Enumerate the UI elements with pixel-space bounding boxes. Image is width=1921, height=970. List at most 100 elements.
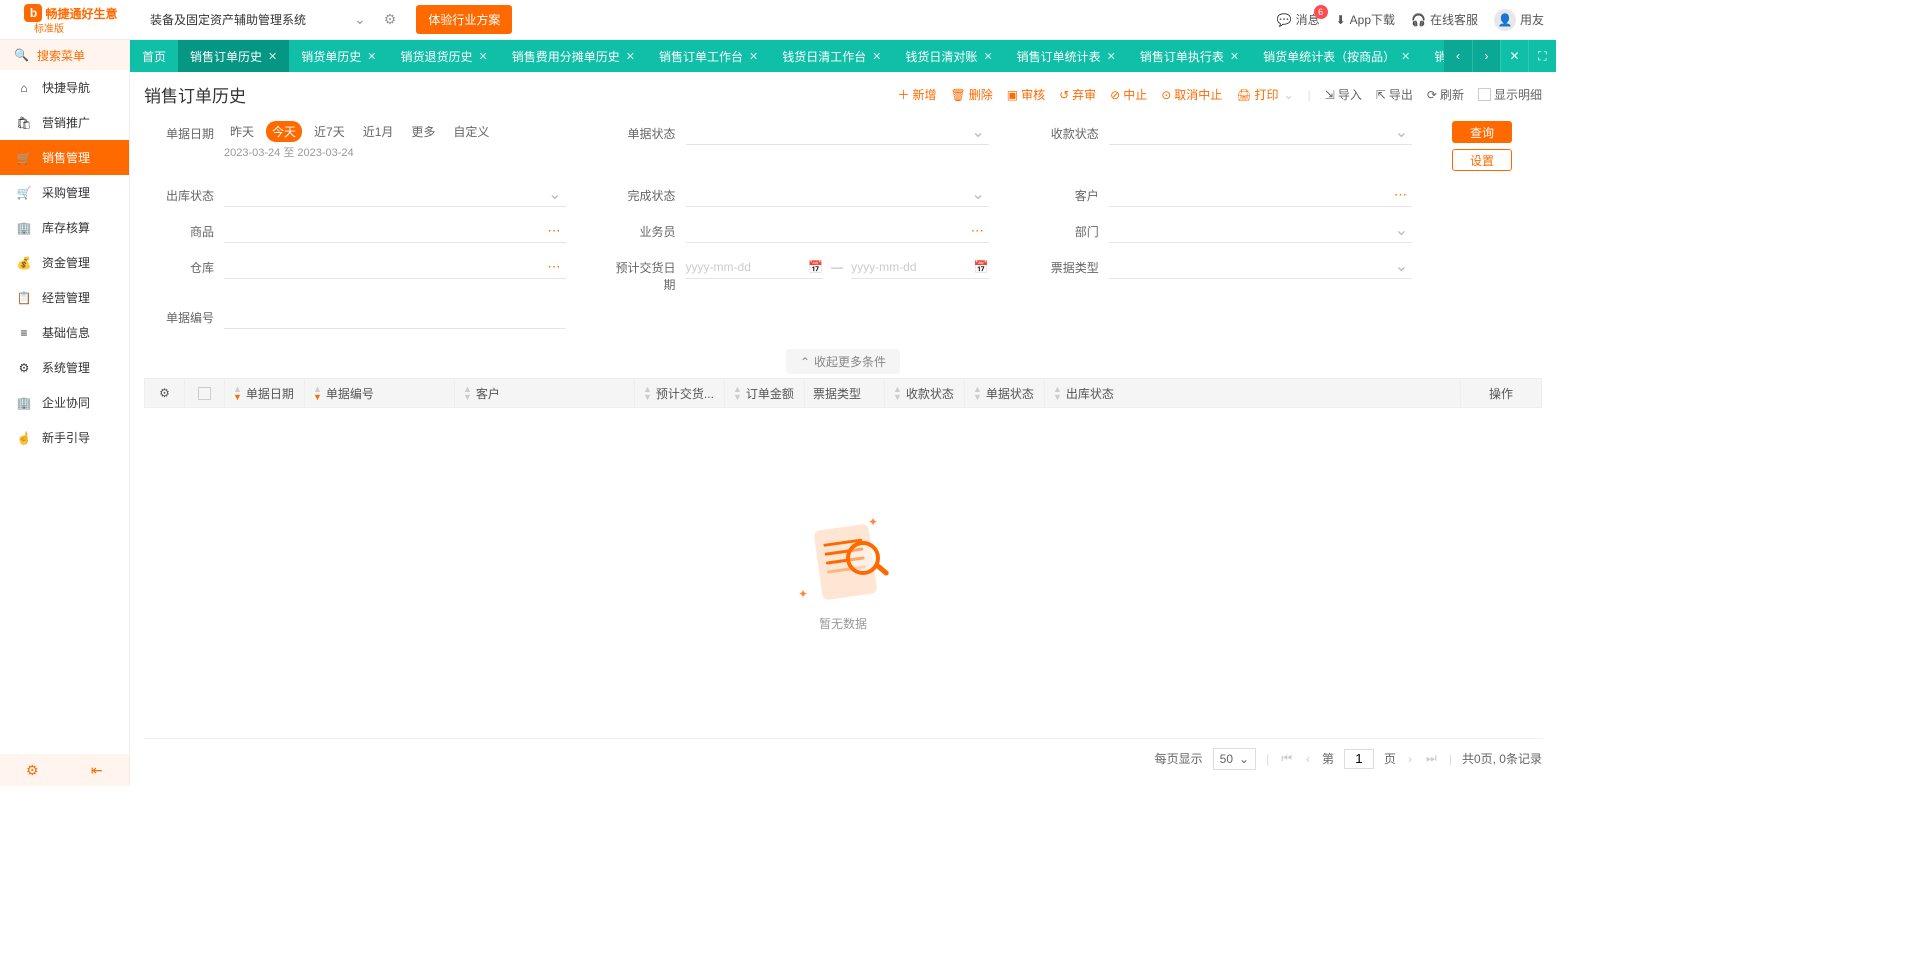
try-industry-button[interactable]: 体验行业方案 [416, 5, 512, 34]
audit-button[interactable]: ▣审核 [1007, 86, 1045, 103]
date-chip-0[interactable]: 昨天 [224, 121, 260, 142]
tab-7[interactable]: 钱货日清对账✕ [893, 40, 1004, 72]
col-status[interactable]: ▲▼单据状态 [965, 379, 1045, 407]
sidebar-item-10[interactable]: ☝新手引导 [0, 420, 129, 455]
refresh-button[interactable]: ⟳刷新 [1427, 86, 1464, 103]
close-icon[interactable]: ✕ [268, 50, 277, 63]
tab-6[interactable]: 钱货日清工作台✕ [770, 40, 893, 72]
sidebar-item-5[interactable]: 💰资金管理 [0, 245, 129, 280]
close-icon[interactable]: ✕ [749, 50, 758, 63]
tab-9[interactable]: 销售订单执行表✕ [1128, 40, 1251, 72]
dept-select[interactable] [1109, 219, 1412, 243]
date-chip-5[interactable]: 自定义 [447, 121, 495, 142]
app-download-button[interactable]: ⬇ App下载 [1336, 11, 1395, 28]
col-date[interactable]: ▲▼单据日期 [225, 379, 305, 407]
tab-scroll-right[interactable]: › [1472, 40, 1500, 72]
checkbox-column[interactable] [185, 379, 225, 407]
date-chip-3[interactable]: 近1月 [357, 121, 400, 142]
close-icon[interactable]: ✕ [872, 50, 881, 63]
collapse-filters-button[interactable]: ⌃ 收起更多条件 [786, 349, 900, 374]
tab-2[interactable]: 销货单历史✕ [289, 40, 388, 72]
col-pay[interactable]: ▲▼收款状态 [885, 379, 965, 407]
col-customer[interactable]: ▲▼客户 [455, 379, 635, 407]
sidebar-item-0[interactable]: ⌂快捷导航 [0, 70, 129, 105]
fullscreen-icon[interactable]: ⛶ [1528, 40, 1556, 72]
close-icon[interactable]: ✕ [1401, 50, 1410, 63]
page-input[interactable] [1344, 749, 1374, 769]
tab-scroll-left[interactable]: ‹ [1444, 40, 1472, 72]
tab-3[interactable]: 销货退货历史✕ [388, 40, 499, 72]
close-icon[interactable]: ✕ [367, 50, 376, 63]
gear-icon[interactable]: ⚙ [384, 11, 397, 28]
col-out[interactable]: ▲▼出库状态 [1045, 379, 1461, 407]
tab-1[interactable]: 销售订单历史✕ [178, 40, 289, 72]
warehouse-select[interactable] [224, 255, 566, 279]
gear-column[interactable]: ⚙ [145, 379, 185, 407]
sidebar-item-8[interactable]: ⚙系统管理 [0, 350, 129, 385]
cancel-stop-button[interactable]: ⊙取消中止 [1161, 86, 1222, 103]
search-menu[interactable]: 🔍 搜索菜单 [0, 40, 129, 70]
delete-button[interactable]: 🗑删除 [950, 86, 992, 103]
col-docno[interactable]: ▲▼单据编号 [305, 379, 455, 407]
col-ticket[interactable]: 票据类型 [805, 379, 885, 407]
tab-11[interactable]: 销货单统计✕ [1422, 40, 1444, 72]
page-size-select[interactable]: 50⌄ [1213, 748, 1256, 770]
product-select[interactable] [224, 219, 566, 243]
query-button[interactable]: 查询 [1452, 121, 1512, 143]
customer-select[interactable] [1109, 183, 1412, 207]
last-page-button[interactable]: ⏭ [1424, 751, 1439, 766]
date-to-input[interactable]: yyyy-mm-dd📅 [851, 255, 989, 279]
close-icon[interactable]: ✕ [626, 50, 635, 63]
tab-4[interactable]: 销售费用分摊单历史✕ [500, 40, 647, 72]
settings-icon[interactable]: ⚙ [0, 762, 65, 779]
date-chip-2[interactable]: 近7天 [308, 121, 351, 142]
col-expect[interactable]: ▲▼预计交货... [635, 379, 725, 407]
stop-button[interactable]: ⊘中止 [1110, 86, 1147, 103]
tab-close-all[interactable]: ✕ [1500, 40, 1528, 72]
next-page-button[interactable]: › [1406, 752, 1414, 766]
print-button[interactable]: 🖨打印⌄ [1236, 86, 1293, 103]
ticket-type-select[interactable] [1109, 255, 1412, 279]
finish-status-select[interactable] [686, 183, 989, 207]
close-icon[interactable]: ✕ [1107, 50, 1116, 63]
salesman-select[interactable] [686, 219, 989, 243]
pay-status-select[interactable] [1109, 121, 1412, 145]
tab-0[interactable]: 首页 [130, 40, 178, 72]
user-menu[interactable]: 👤 用友 [1494, 9, 1544, 31]
system-selector[interactable]: 装备及固定资产辅助管理系统 ⌄ ⚙ [150, 11, 396, 28]
date-chip-4[interactable]: 更多 [405, 121, 441, 142]
refresh-label: 刷新 [1440, 86, 1464, 103]
tab-8[interactable]: 销售订单统计表✕ [1005, 40, 1128, 72]
add-button[interactable]: ＋新增 [897, 86, 936, 103]
tabs-bar: 首页销售订单历史✕销货单历史✕销货退货历史✕销售费用分摊单历史✕销售订单工作台✕… [130, 40, 1556, 72]
show-detail-checkbox[interactable]: 显示明细 [1478, 86, 1542, 103]
first-page-button[interactable]: ⏮ [1279, 751, 1294, 766]
collapse-sidebar-icon[interactable]: ⇤ [65, 762, 130, 779]
sidebar-item-9[interactable]: 🏢企业协同 [0, 385, 129, 420]
status-select[interactable] [686, 121, 989, 145]
close-icon[interactable]: ✕ [479, 50, 488, 63]
date-from-input[interactable]: yyyy-mm-dd📅 [686, 255, 824, 279]
setting-button[interactable]: 设置 [1452, 149, 1512, 171]
import-button[interactable]: ⇲导入 [1325, 86, 1362, 103]
sidebar-item-6[interactable]: 📋经营管理 [0, 280, 129, 315]
sidebar-item-3[interactable]: 🛒采购管理 [0, 175, 129, 210]
prev-page-button[interactable]: ‹ [1304, 752, 1312, 766]
tab-10[interactable]: 销货单统计表（按商品）✕ [1251, 40, 1422, 72]
discard-button[interactable]: ↺弃审 [1059, 86, 1096, 103]
export-button[interactable]: ⇱导出 [1376, 86, 1413, 103]
col-amount[interactable]: ▲▼订单金额 [725, 379, 805, 407]
menu-icon: 🏢 [16, 395, 32, 411]
close-icon[interactable]: ✕ [983, 50, 992, 63]
docno-input[interactable] [224, 305, 566, 329]
close-icon[interactable]: ✕ [1230, 50, 1239, 63]
sidebar-item-1[interactable]: 🛍营销推广 [0, 105, 129, 140]
sidebar-item-7[interactable]: ≡基础信息 [0, 315, 129, 350]
tab-5[interactable]: 销售订单工作台✕ [647, 40, 770, 72]
out-status-select[interactable] [224, 183, 566, 207]
date-chip-1[interactable]: 今天 [266, 121, 302, 142]
support-button[interactable]: 🎧 在线客服 [1411, 11, 1478, 28]
sidebar-item-4[interactable]: 🏢库存核算 [0, 210, 129, 245]
message-button[interactable]: 💬 消息 6 [1277, 11, 1320, 28]
sidebar-item-2[interactable]: 🛒销售管理 [0, 140, 129, 175]
